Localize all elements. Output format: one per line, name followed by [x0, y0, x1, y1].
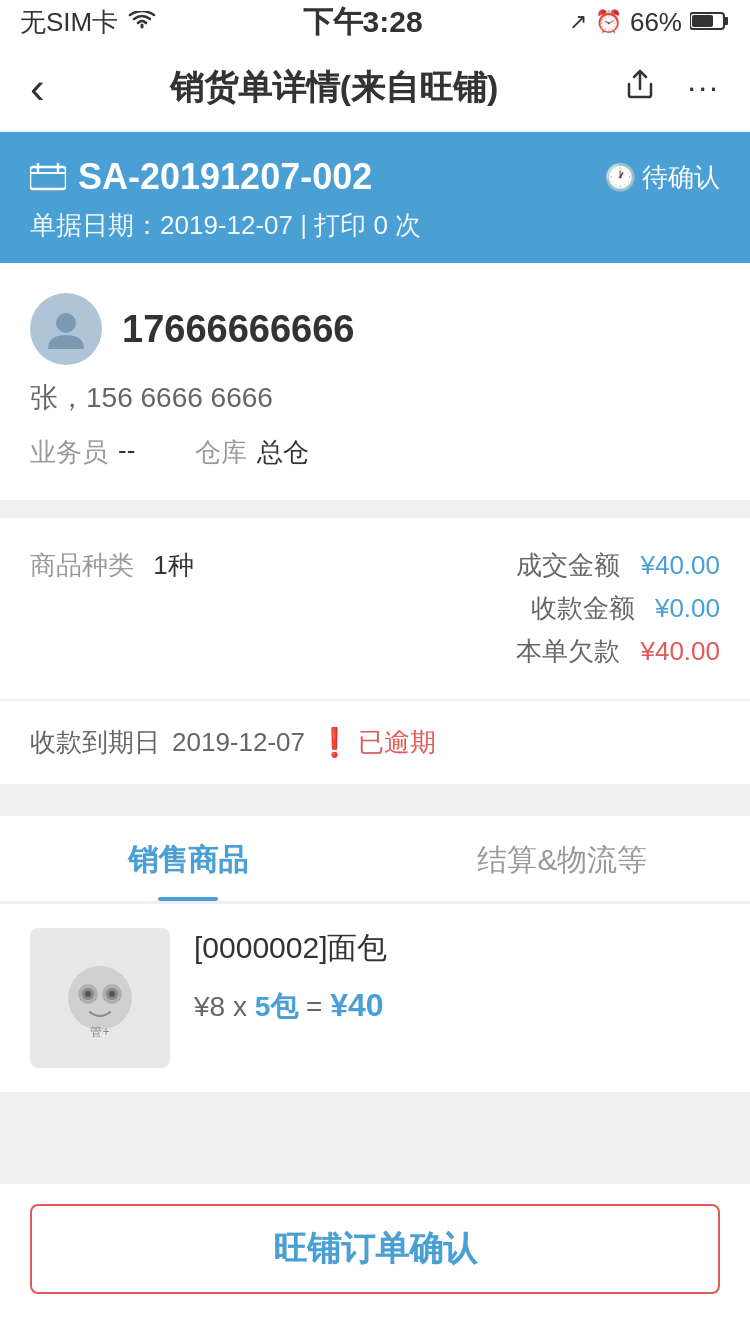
tab-products[interactable]: 销售商品 [0, 816, 375, 901]
product-type-field: 商品种类 1种 [30, 548, 194, 583]
warehouse-field: 仓库 总仓 [195, 435, 309, 470]
divider-1 [0, 502, 750, 518]
product-thumbnail: 管+ [30, 928, 170, 1068]
customer-section: 17666666666 张，156 6666 6666 业务员 -- 仓库 总仓 [0, 263, 750, 500]
svg-text:管+: 管+ [90, 1025, 109, 1038]
order-meta: 单据日期：2019-12-07 | 打印 0 次 [30, 208, 720, 243]
product-price: ¥8 x 5包 = ¥40 [194, 987, 720, 1026]
customer-row: 17666666666 [30, 293, 720, 365]
wifi-icon [128, 7, 156, 38]
svg-rect-3 [30, 167, 66, 189]
back-button[interactable]: ‹ [30, 63, 45, 113]
svg-point-11 [109, 991, 115, 997]
svg-point-10 [85, 991, 91, 997]
more-button[interactable]: ··· [687, 69, 720, 106]
avatar [30, 293, 102, 365]
order-id: SA-20191207-002 [30, 156, 372, 198]
share-button[interactable] [623, 67, 657, 109]
product-item: 管+ [0000002]面包 ¥8 x 5包 = ¥40 [0, 904, 750, 1092]
customer-details: 业务员 -- 仓库 总仓 [30, 435, 720, 470]
clock-icon: 🕐 [604, 162, 636, 193]
overdue-badge: ❗ 已逾期 [317, 725, 436, 760]
tab-settlement[interactable]: 结算&物流等 [375, 816, 750, 901]
tabs: 销售商品 结算&物流等 [0, 816, 750, 902]
carrier-label: 无SIM卡 [20, 5, 118, 40]
svg-point-4 [56, 313, 76, 333]
order-header: SA-20191207-002 🕐 待确认 单据日期：2019-12-07 | … [0, 132, 750, 263]
status-time: 下午3:28 [303, 2, 423, 43]
nav-bar: ‹ 销货单详情(来自旺铺) ··· [0, 44, 750, 132]
product-name: [0000002]面包 [194, 928, 720, 969]
divider-2 [0, 784, 750, 800]
summary-section: 商品种类 1种 成交金额 ¥40.00 收款金额 ¥0.00 本单欠款 ¥40.… [0, 518, 750, 699]
customer-name: 张，156 6666 6666 [30, 379, 720, 417]
status-bar: 无SIM卡 下午3:28 ↗ ⏰ 66% [0, 0, 750, 44]
page-title: 销货单详情(来自旺铺) [170, 65, 499, 111]
order-status: 🕐 待确认 [604, 160, 720, 195]
nav-right-actions: ··· [623, 67, 720, 109]
alarm-icon: ⏰ [595, 9, 622, 35]
bottom-bar: 旺铺订单确认 [0, 1184, 750, 1334]
status-right: ↗ ⏰ 66% [569, 7, 730, 38]
svg-point-5 [68, 966, 132, 1030]
product-info: [0000002]面包 ¥8 x 5包 = ¥40 [194, 928, 720, 1026]
battery-icon [690, 7, 730, 38]
amount-row-2: 本单欠款 ¥40.00 [516, 634, 720, 669]
svg-rect-1 [724, 17, 728, 25]
confirm-order-button[interactable]: 旺铺订单确认 [30, 1204, 720, 1294]
amount-row-0: 成交金额 ¥40.00 [516, 548, 720, 583]
salesperson-field: 业务员 -- [30, 435, 135, 470]
location-icon: ↗ [569, 9, 587, 35]
customer-phone: 17666666666 [122, 308, 354, 351]
amounts-section: 成交金额 ¥40.00 收款金额 ¥0.00 本单欠款 ¥40.00 [516, 548, 720, 669]
status-left: 无SIM卡 [20, 5, 156, 40]
amount-row-1: 收款金额 ¥0.00 [531, 591, 720, 626]
svg-rect-2 [692, 15, 713, 27]
battery-label: 66% [630, 7, 682, 38]
due-date-section: 收款到期日 2019-12-07 ❗ 已逾期 [0, 701, 750, 784]
overdue-icon: ❗ [317, 726, 352, 759]
